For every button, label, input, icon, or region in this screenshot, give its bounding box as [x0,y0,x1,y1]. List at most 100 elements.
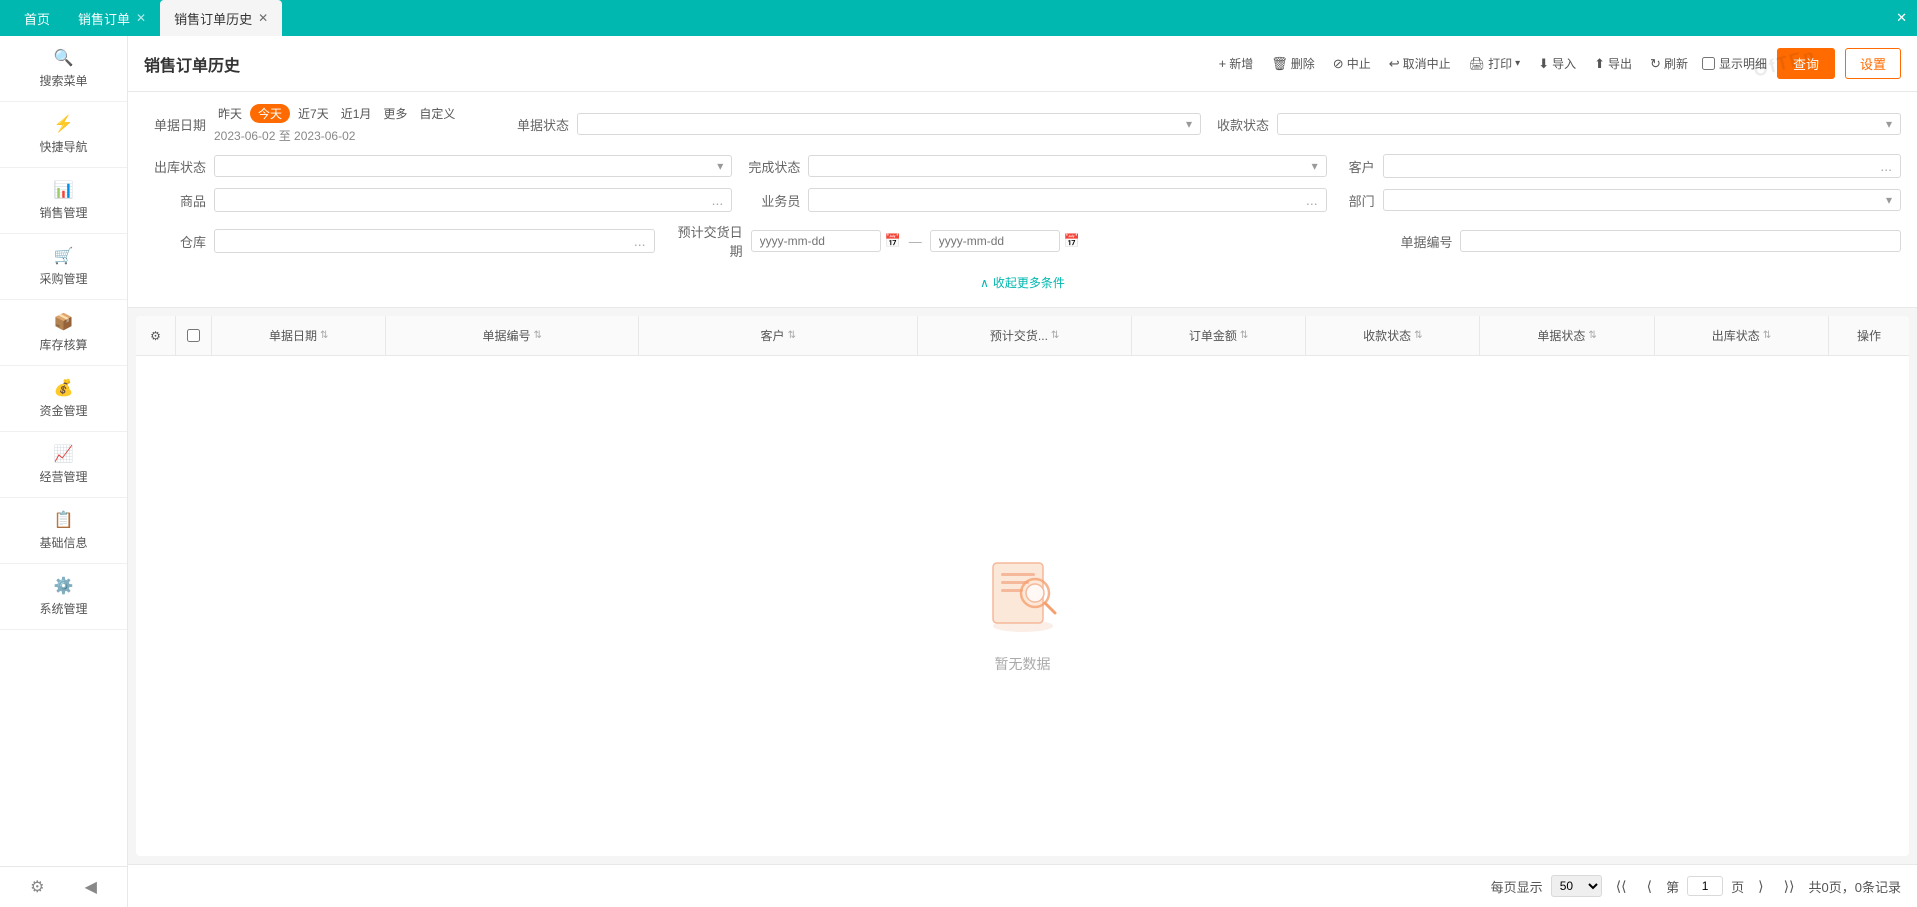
warehouse-input[interactable]: ... [214,229,655,253]
sidebar-settings-icon[interactable]: ⚙ [30,877,44,897]
print-button[interactable]: 🖨 打印 ▾ [1465,53,1525,74]
date-btn-last-month[interactable]: 近1月 [337,104,376,123]
tab-sales-order-close[interactable]: ✕ [136,11,146,25]
page-size-select[interactable]: 10 20 50 100 [1551,875,1602,897]
window-close-btn[interactable]: ✕ [1896,10,1907,26]
display-detail-toggle[interactable]: 显示明细 [1702,55,1767,72]
empty-illustration [973,538,1073,638]
col-status-sort[interactable]: ⇅ [1588,330,1596,341]
sidebar-item-operations[interactable]: 📈 经营管理 [0,432,127,498]
order-no-input[interactable] [1460,230,1901,252]
sidebar-item-inventory[interactable]: 📦 库存核算 [0,300,127,366]
sidebar-item-base-info[interactable]: 📋 基础信息 [0,498,127,564]
out-status-select[interactable]: ▾ [214,155,732,177]
refresh-button[interactable]: ↻ 刷新 [1646,53,1692,74]
next-page-btn[interactable]: ⟩ [1752,876,1769,897]
complete-status-select[interactable]: ▾ [808,155,1326,177]
sidebar-collapse-icon[interactable]: ◀ [85,877,97,897]
date-from-input[interactable] [751,230,881,252]
sidebar-item-sales-mgmt[interactable]: 📊 销售管理 [0,168,127,234]
customer-dots[interactable]: ... [1880,158,1892,174]
import-icon: ⬇ [1538,56,1549,72]
page-number-input[interactable] [1687,876,1723,896]
col-customer-sort[interactable]: ⇅ [788,330,796,341]
export-icon: ⬆ [1594,56,1605,72]
salesman-dots[interactable]: ... [1306,192,1318,208]
salesman-input[interactable]: ... [808,188,1326,212]
col-check[interactable] [176,316,212,355]
col-op: 操作 [1829,316,1909,355]
col-num-label: 单据编号 [483,327,531,344]
collapse-button[interactable]: ∧ 收起更多条件 [144,270,1901,295]
sidebar-item-search-menu[interactable]: 🔍 搜索菜单 [0,36,127,102]
col-amount[interactable]: 订单金额 ⇅ [1132,316,1306,355]
col-receive[interactable]: 收款状态 ⇅ [1306,316,1480,355]
cancel-stop-label: 取消中止 [1403,55,1451,72]
query-button[interactable]: 查询 [1777,48,1835,79]
dept-select[interactable]: ▾ [1383,189,1901,211]
tab-home-label: 首页 [24,9,50,28]
sidebar-item-quick-nav[interactable]: ⚡ 快捷导航 [0,102,127,168]
sidebar-item-finance[interactable]: 💰 资金管理 [0,366,127,432]
filter-row-3: 商品 ... 业务员 ... 部门 ▾ [144,188,1901,212]
col-status-label: 单据状态 [1537,327,1585,344]
warehouse-dots[interactable]: ... [634,233,646,249]
filter-row-4: 仓库 ... 预计交货日期 📅 — 📅 单据编号 [144,222,1901,260]
add-icon: + [1219,56,1227,71]
last-page-btn[interactable]: ⟩⟩ [1778,876,1801,897]
receive-status-select[interactable]: ▾ [1277,113,1901,135]
order-status-select[interactable]: ▾ [577,113,1201,135]
sidebar-item-purchase-mgmt[interactable]: 🛒 采购管理 [0,234,127,300]
receive-status-arrow: ▾ [1886,117,1892,131]
col-out-sort[interactable]: ⇅ [1763,330,1771,341]
col-op-label: 操作 [1857,327,1881,344]
sidebar-item-sys-mgmt-label: 系统管理 [39,600,87,617]
prev-page-btn[interactable]: ⟨ [1641,876,1658,897]
delete-icon: 🗑 [1271,56,1288,72]
settings-button[interactable]: 设置 [1845,48,1901,79]
date-cal-to-icon[interactable]: 📅 [1064,233,1080,249]
customer-input[interactable]: ... [1383,154,1901,178]
date-to-input[interactable] [930,230,1060,252]
cancel-stop-icon: ↩ [1389,56,1400,72]
stop-button[interactable]: ⊘ 中止 [1329,53,1375,74]
col-date[interactable]: 单据日期 ⇅ [212,316,386,355]
delete-button[interactable]: 🗑 删除 [1267,53,1319,74]
col-settings[interactable]: ⚙ [136,316,176,355]
col-num-sort[interactable]: ⇅ [534,330,542,341]
col-num[interactable]: 单据编号 ⇅ [386,316,639,355]
col-out[interactable]: 出库状态 ⇅ [1655,316,1829,355]
date-btn-last7[interactable]: 近7天 [294,104,333,123]
col-status[interactable]: 单据状态 ⇅ [1480,316,1654,355]
first-page-btn[interactable]: ⟨⟨ [1610,876,1633,897]
export-button[interactable]: ⬆ 导出 [1590,53,1636,74]
tab-home[interactable]: 首页 [10,0,64,36]
tab-sales-order-history-close[interactable]: ✕ [258,11,268,25]
add-button[interactable]: + 新增 [1215,53,1258,74]
date-btn-more[interactable]: 更多 [379,104,411,123]
date-range-display: 2023-06-02 至 2023-06-02 [214,127,355,144]
display-detail-checkbox[interactable] [1702,57,1715,70]
date-cal-from-icon[interactable]: 📅 [885,233,901,249]
date-btn-custom[interactable]: 自定义 [415,104,459,123]
import-button[interactable]: ⬇ 导入 [1534,53,1580,74]
date-btn-yesterday[interactable]: 昨天 [214,104,246,123]
col-delivery[interactable]: 预计交货... ⇅ [918,316,1132,355]
tab-sales-order[interactable]: 销售订单 ✕ [64,0,160,36]
sidebar-item-search-menu-label: 搜索菜单 [39,72,87,89]
col-date-sort[interactable]: ⇅ [320,330,328,341]
tab-sales-order-history[interactable]: 销售订单历史 ✕ [160,0,282,36]
sidebar-item-purchase-mgmt-label: 采购管理 [39,270,87,287]
goods-input[interactable]: ... [214,188,732,212]
col-receive-sort[interactable]: ⇅ [1414,330,1422,341]
col-amount-sort[interactable]: ⇅ [1240,330,1248,341]
export-label: 导出 [1608,55,1632,72]
cancel-stop-button[interactable]: ↩ 取消中止 [1385,53,1455,74]
col-customer[interactable]: 客户 ⇅ [639,316,918,355]
goods-dots[interactable]: ... [712,192,724,208]
sidebar-item-sys-mgmt[interactable]: ⚙️ 系统管理 [0,564,127,630]
add-label: 新增 [1229,55,1253,72]
date-btn-today[interactable]: 今天 [250,104,290,123]
col-delivery-sort[interactable]: ⇅ [1051,330,1059,341]
select-all-checkbox[interactable] [187,329,200,342]
